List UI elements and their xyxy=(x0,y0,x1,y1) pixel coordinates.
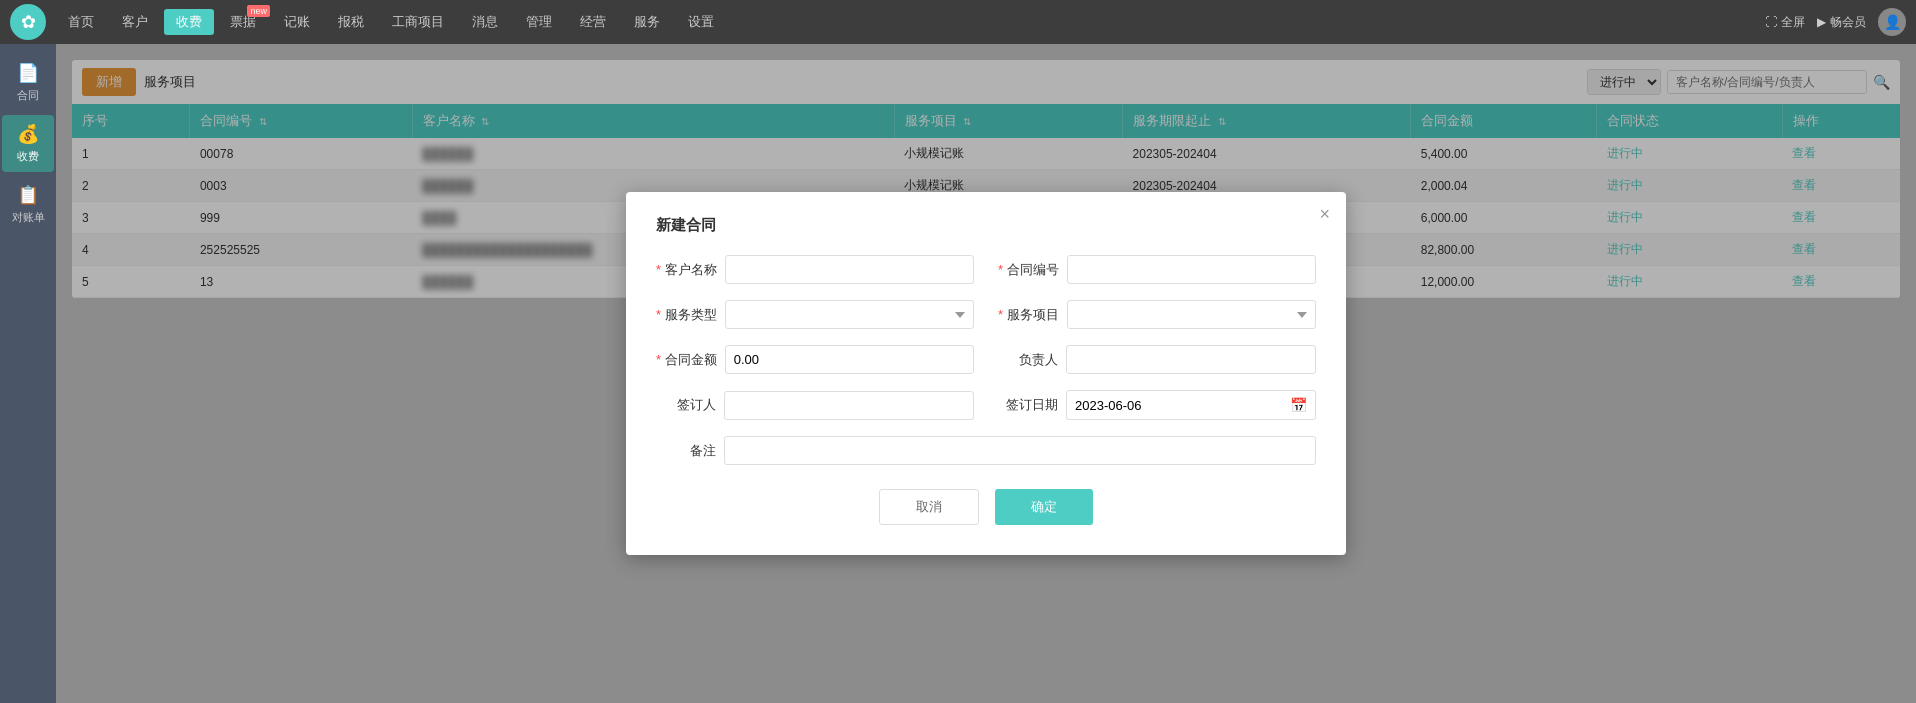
sidebar-item-contract-label: 合同 xyxy=(17,88,39,103)
signer-label: 签订人 xyxy=(656,396,716,414)
form-row-1: 客户名称 合同编号 xyxy=(656,255,1316,284)
nav-item-manage[interactable]: 管理 xyxy=(514,9,564,35)
service-item-label: 服务项目 xyxy=(998,306,1059,324)
contract-no-input[interactable] xyxy=(1067,255,1316,284)
sign-date-label: 签订日期 xyxy=(998,396,1058,414)
field-sign-date: 签订日期 📅 xyxy=(998,390,1316,420)
new-contract-modal: 新建合同 × 客户名称 合同编号 服务类型 xyxy=(626,192,1346,555)
customer-label: 客户名称 xyxy=(656,261,717,279)
nav-item-bookkeeping[interactable]: 记账 xyxy=(272,9,322,35)
calendar-icon[interactable]: 📅 xyxy=(1290,397,1307,413)
sidebar: 📄 合同 💰 收费 📋 对账单 xyxy=(0,44,56,703)
nav-item-service[interactable]: 服务 xyxy=(622,9,672,35)
responsible-input[interactable] xyxy=(1066,345,1316,374)
fullscreen-icon: ⛶ xyxy=(1765,15,1777,29)
field-service-type: 服务类型 xyxy=(656,300,974,329)
sidebar-item-charge-label: 收费 xyxy=(17,149,39,164)
nav-item-commerce[interactable]: 工商项目 xyxy=(380,9,456,35)
nav-item-customer[interactable]: 客户 xyxy=(110,9,160,35)
sidebar-item-charge[interactable]: 💰 收费 xyxy=(2,115,54,172)
sign-date-wrapper: 📅 xyxy=(1066,390,1316,420)
statement-icon: 📋 xyxy=(17,184,39,206)
form-row-3: 合同金额 负责人 xyxy=(656,345,1316,374)
fullscreen-button[interactable]: ⛶ 全屏 xyxy=(1765,14,1805,31)
form-row-4: 签订人 签订日期 📅 xyxy=(656,390,1316,420)
modal-close-button[interactable]: × xyxy=(1319,204,1330,225)
service-type-select[interactable] xyxy=(725,300,974,329)
service-item-select[interactable] xyxy=(1067,300,1316,329)
field-responsible: 负责人 xyxy=(998,345,1316,374)
field-customer: 客户名称 xyxy=(656,255,974,284)
main-layout: 📄 合同 💰 收费 📋 对账单 新增 服务项目 进行中 已完成 已终止 xyxy=(0,44,1916,703)
remark-label: 备注 xyxy=(656,442,716,460)
field-service-item: 服务项目 xyxy=(998,300,1316,329)
avatar[interactable]: 👤 xyxy=(1878,8,1906,36)
form-row-2: 服务类型 服务项目 xyxy=(656,300,1316,329)
field-amount: 合同金额 xyxy=(656,345,974,374)
sidebar-item-statement[interactable]: 📋 对账单 xyxy=(2,176,54,233)
responsible-label: 负责人 xyxy=(998,351,1058,369)
app-logo: ✿ xyxy=(10,4,46,40)
sidebar-item-statement-label: 对账单 xyxy=(12,210,45,225)
member-button[interactable]: ▶ 畅会员 xyxy=(1817,14,1866,31)
nav-item-message[interactable]: 消息 xyxy=(460,9,510,35)
cancel-button[interactable]: 取消 xyxy=(879,489,979,525)
sign-date-input[interactable] xyxy=(1075,398,1286,413)
modal-footer: 取消 确定 xyxy=(656,489,1316,525)
customer-input[interactable] xyxy=(725,255,974,284)
modal-overlay: 新建合同 × 客户名称 合同编号 服务类型 xyxy=(56,44,1916,703)
nav-item-settings[interactable]: 设置 xyxy=(676,9,726,35)
top-navigation: ✿ 首页 客户 收费 票据 new 记账 报税 工商项目 消息 管理 经营 服务… xyxy=(0,0,1916,44)
field-remark: 备注 xyxy=(656,436,1316,465)
confirm-button[interactable]: 确定 xyxy=(995,489,1093,525)
play-icon: ▶ xyxy=(1817,15,1826,29)
nav-item-operation[interactable]: 经营 xyxy=(568,9,618,35)
field-signer: 签订人 xyxy=(656,390,974,420)
field-contract-no: 合同编号 xyxy=(998,255,1316,284)
signer-input[interactable] xyxy=(724,391,974,420)
contract-icon: 📄 xyxy=(17,62,39,84)
right-controls: ⛶ 全屏 ▶ 畅会员 👤 xyxy=(1765,8,1906,36)
nav-items: 首页 客户 收费 票据 new 记账 报税 工商项目 消息 管理 经营 服务 设… xyxy=(56,9,1765,35)
sidebar-item-contract[interactable]: 📄 合同 xyxy=(2,54,54,111)
charge-icon: 💰 xyxy=(17,123,39,145)
nav-item-tax[interactable]: 报税 xyxy=(326,9,376,35)
new-badge: new xyxy=(247,5,270,17)
nav-item-invoice[interactable]: 票据 new xyxy=(218,9,268,35)
service-type-label: 服务类型 xyxy=(656,306,717,324)
modal-title: 新建合同 xyxy=(656,216,1316,235)
content-area: 新增 服务项目 进行中 已完成 已终止 🔍 序号 合同编 xyxy=(56,44,1916,703)
amount-label: 合同金额 xyxy=(656,351,717,369)
nav-item-home[interactable]: 首页 xyxy=(56,9,106,35)
remark-input[interactable] xyxy=(724,436,1316,465)
amount-input[interactable] xyxy=(725,345,974,374)
form-row-5: 备注 xyxy=(656,436,1316,465)
contract-no-label: 合同编号 xyxy=(998,261,1059,279)
nav-item-charge[interactable]: 收费 xyxy=(164,9,214,35)
